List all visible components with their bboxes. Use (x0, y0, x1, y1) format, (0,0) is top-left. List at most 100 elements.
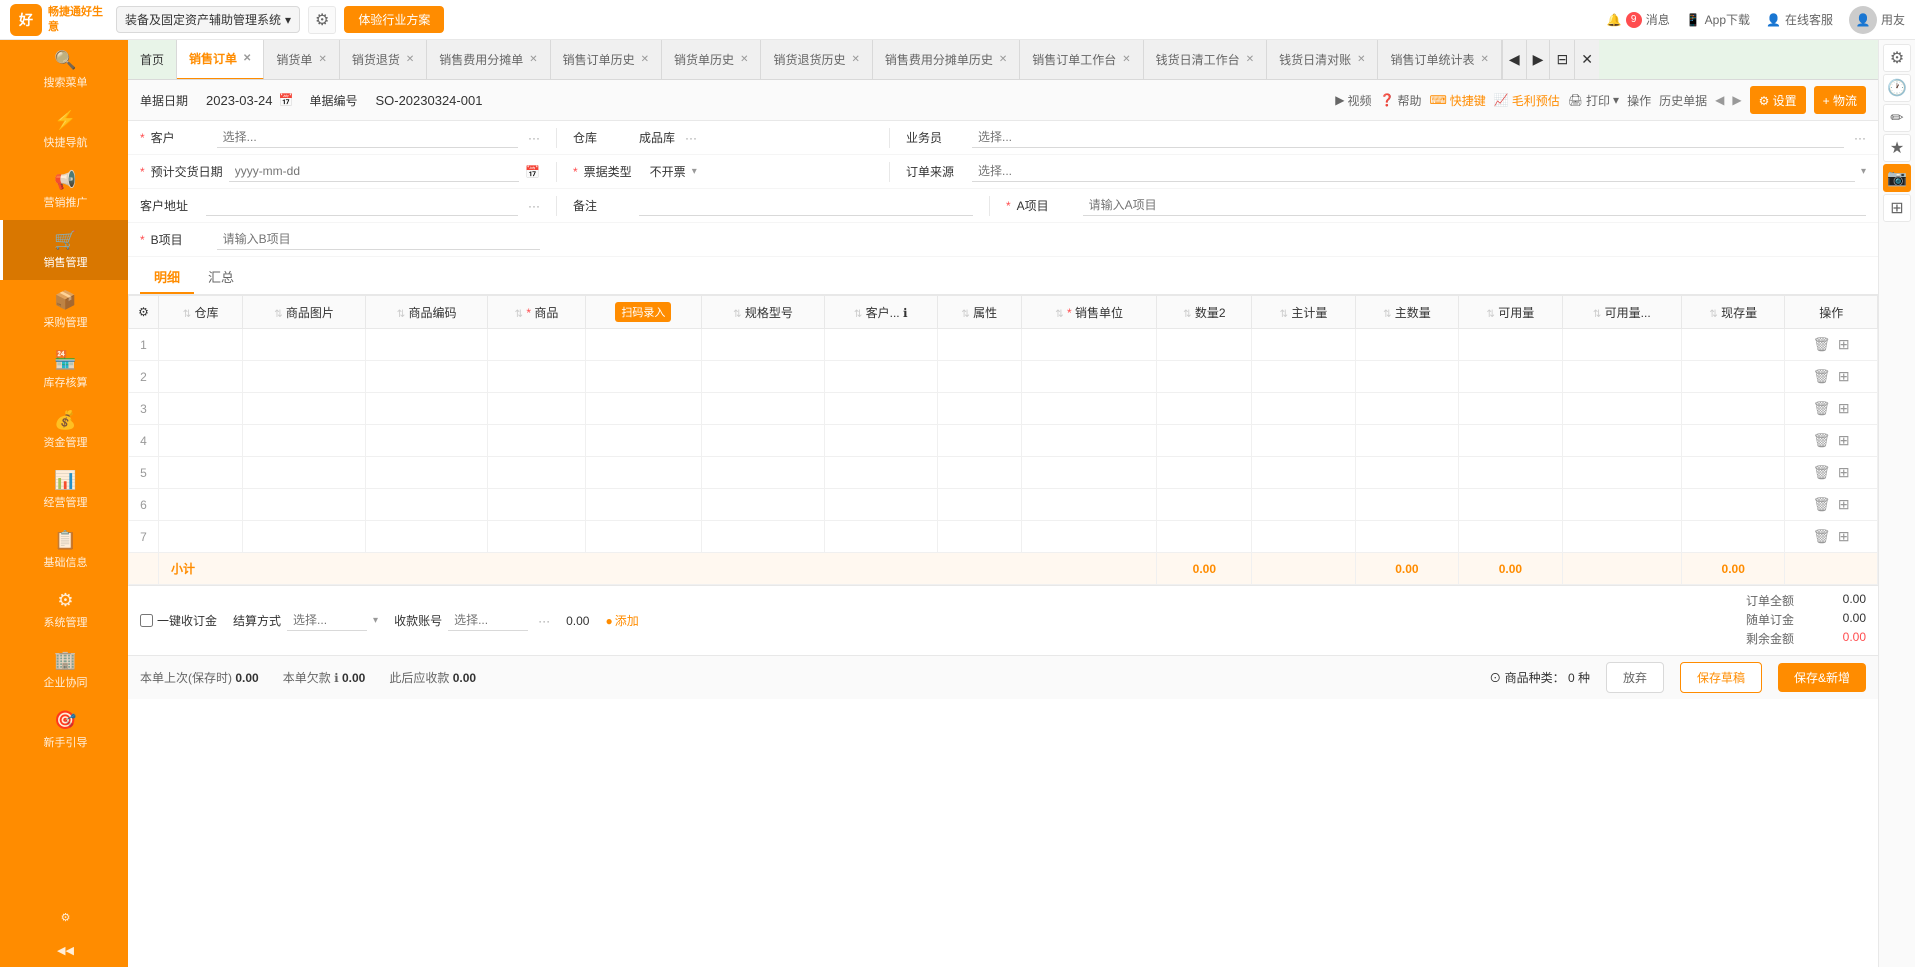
row-7-avail[interactable] (1459, 521, 1562, 553)
row-4-spec[interactable] (702, 425, 825, 457)
row-2-code[interactable] (365, 361, 488, 393)
sidebar-item-operations[interactable]: 📊 经营管理 (0, 460, 128, 520)
row-1-customer-code[interactable] (824, 329, 937, 361)
row-3-qty2[interactable] (1157, 393, 1252, 425)
row-2-avail[interactable] (1459, 361, 1562, 393)
remark-input[interactable] (639, 195, 973, 216)
row-3-unit[interactable] (1021, 393, 1156, 425)
row-7-attr[interactable] (937, 521, 1021, 553)
table-settings-icon[interactable]: ⚙ (138, 305, 149, 319)
row-2-spec[interactable] (702, 361, 825, 393)
row-1-delete-btn[interactable]: 🗑 (1811, 334, 1833, 355)
th-product-image[interactable]: ⇅ 商品图片 (243, 296, 366, 329)
row-4-warehouse[interactable] (159, 425, 243, 457)
sidebar-item-enterprise[interactable]: 🏢 企业协同 (0, 640, 128, 700)
row-2-avail2[interactable] (1562, 361, 1681, 393)
row-3-avail2[interactable] (1562, 393, 1681, 425)
tab-expand-btn[interactable]: ⊟ (1549, 40, 1574, 80)
th-available-qty[interactable]: ⇅ 可用量 (1459, 296, 1562, 329)
row-6-warehouse[interactable] (159, 489, 243, 521)
sidebar-collapse-btn[interactable]: ◀◀ (0, 934, 128, 967)
order-source-dropdown[interactable]: ▾ (1861, 166, 1866, 177)
tab-fee-history-close[interactable]: ✕ (999, 54, 1007, 65)
sidebar-item-search[interactable]: 🔍 搜索菜单 (0, 40, 128, 100)
row-7-customer-code[interactable] (824, 521, 937, 553)
sidebar-item-sales-mgmt[interactable]: 🛒 销售管理 (0, 220, 128, 280)
row-6-stock[interactable] (1682, 489, 1785, 521)
row-5-image[interactable] (243, 457, 366, 489)
sidebar-item-quick-nav[interactable]: ⚡ 快捷导航 (0, 100, 128, 160)
tab-return-history[interactable]: 销货单历史 ✕ (662, 40, 761, 80)
row-5-unit[interactable] (1021, 457, 1156, 489)
th-main-qty[interactable]: ⇅ 主数量 (1355, 296, 1458, 329)
notification-item[interactable]: 🔔 9 消息 (1607, 11, 1670, 28)
row-3-customer-code[interactable] (824, 393, 937, 425)
row-2-main-unit[interactable] (1252, 361, 1355, 393)
app-download-item[interactable]: 📱 App下载 (1686, 11, 1750, 28)
row-1-qty2[interactable] (1157, 329, 1252, 361)
row-5-spec[interactable] (702, 457, 825, 489)
header-settings-btn[interactable]: ⚙ 设置 (1750, 86, 1806, 114)
right-settings-btn[interactable]: ⚙ (1883, 44, 1911, 72)
row-2-main-qty[interactable] (1355, 361, 1458, 393)
tab-refund-history[interactable]: 销货退货历史 ✕ (761, 40, 872, 80)
save-new-btn[interactable]: 保存&新增 (1778, 663, 1866, 692)
row-7-spec[interactable] (702, 521, 825, 553)
th-quantity2[interactable]: ⇅ 数量2 (1157, 296, 1252, 329)
row-4-avail2[interactable] (1562, 425, 1681, 457)
th-warehouse[interactable]: ⇅ 仓库 (159, 296, 243, 329)
row-3-avail[interactable] (1459, 393, 1562, 425)
account-input[interactable] (448, 610, 528, 631)
row-1-image[interactable] (243, 329, 366, 361)
row-5-warehouse[interactable] (159, 457, 243, 489)
row-7-stock[interactable] (1682, 521, 1785, 553)
warehouse-dots[interactable]: ··· (685, 131, 697, 145)
row-7-copy-btn[interactable]: ⊞ (1836, 526, 1852, 547)
row-1-main-unit[interactable] (1252, 329, 1355, 361)
customer-dots[interactable]: ··· (528, 131, 540, 145)
row-2-warehouse[interactable] (159, 361, 243, 393)
user-item[interactable]: 👤 用友 (1849, 6, 1905, 34)
th-customer-code[interactable]: ⇅ 客户... ℹ (824, 296, 937, 329)
tab-order-history-close[interactable]: ✕ (641, 54, 649, 65)
row-5-main-unit[interactable] (1252, 457, 1355, 489)
row-7-product[interactable] (488, 521, 585, 553)
sidebar-item-purchase-mgmt[interactable]: 📦 采购管理 (0, 280, 128, 340)
tab-sales-return-close[interactable]: ✕ (318, 54, 326, 65)
row-6-image[interactable] (243, 489, 366, 521)
add-link[interactable]: ● 添加 (605, 612, 638, 629)
row-7-qty2[interactable] (1157, 521, 1252, 553)
quick-pay-checkbox-label[interactable]: 一键收订金 (140, 612, 217, 629)
row-4-main-unit[interactable] (1252, 425, 1355, 457)
th-settings[interactable]: ⚙ (129, 296, 159, 329)
save-draft-btn[interactable]: 保存草稿 (1680, 662, 1762, 693)
tab-workbench-close[interactable]: ✕ (1122, 54, 1130, 65)
invoice-dropdown-icon[interactable]: ▾ (692, 166, 697, 177)
th-sales-unit[interactable]: ⇅ * 销售单位 (1021, 296, 1156, 329)
tab-sales-stats[interactable]: 销售订单统计表 ✕ (1378, 40, 1501, 80)
row-5-product[interactable] (488, 457, 585, 489)
delivery-date-input[interactable] (229, 161, 519, 182)
print-btn[interactable]: 🖨 打印 ▾ (1568, 92, 1619, 109)
row-2-customer-code[interactable] (824, 361, 937, 393)
row-4-stock[interactable] (1682, 425, 1785, 457)
operation-btn[interactable]: 操作 (1627, 92, 1651, 109)
tab-sales-return[interactable]: 销货单 ✕ (264, 40, 339, 80)
th-product-code[interactable]: ⇅ 商品编码 (365, 296, 488, 329)
tab-sales-fee-close[interactable]: ✕ (529, 54, 537, 65)
tab-detail[interactable]: 明细 (140, 261, 194, 294)
tab-cash-reconcile[interactable]: 钱货日清对账 ✕ (1267, 40, 1378, 80)
row-5-attr[interactable] (937, 457, 1021, 489)
right-expand-btn[interactable]: ⊞ (1883, 194, 1911, 222)
tab-sales-stats-close[interactable]: ✕ (1481, 54, 1489, 65)
nav-prev-btn[interactable]: ◀ (1715, 93, 1724, 107)
sidebar-item-marketing[interactable]: 📢 营销推广 (0, 160, 128, 220)
tab-order-history[interactable]: 销售订单历史 ✕ (551, 40, 662, 80)
scan-btn[interactable]: 扫码录入 (615, 302, 671, 322)
row-6-product[interactable] (488, 489, 585, 521)
sidebar-item-inventory[interactable]: 🏪 库存核算 (0, 340, 128, 400)
row-1-unit[interactable] (1021, 329, 1156, 361)
tab-return-history-close[interactable]: ✕ (740, 54, 748, 65)
account-dots[interactable]: ··· (538, 614, 550, 628)
row-5-main-qty[interactable] (1355, 457, 1458, 489)
